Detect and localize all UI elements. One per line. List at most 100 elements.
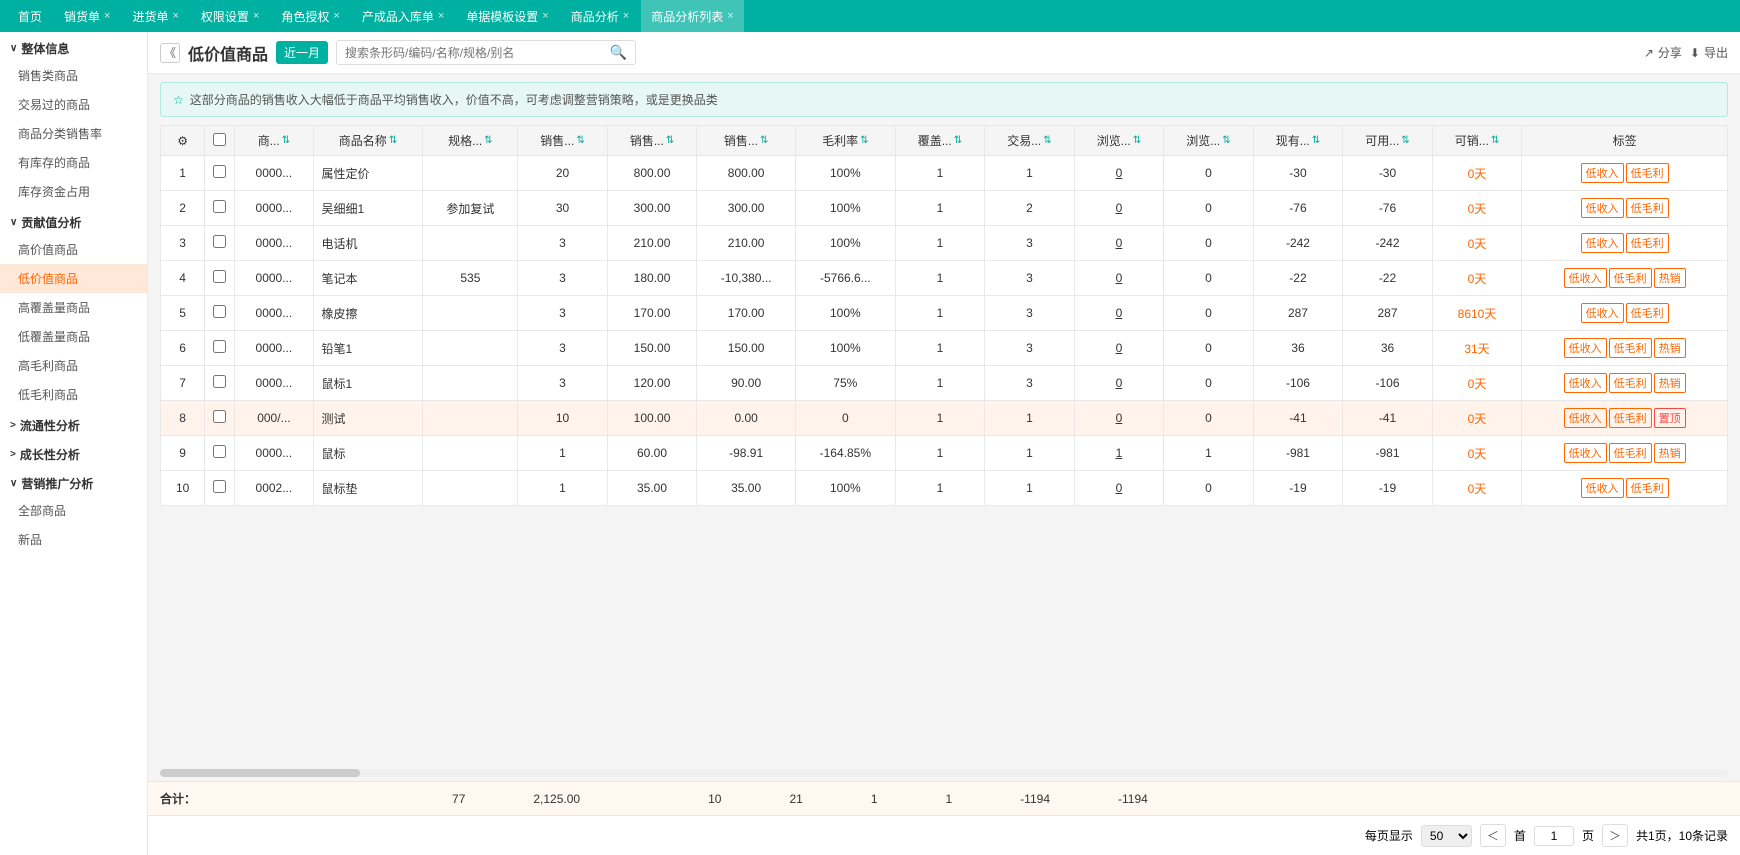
row-checkbox[interactable] xyxy=(213,410,226,423)
cell-browse1[interactable]: 0 xyxy=(1074,191,1164,226)
nav-analysis-list[interactable]: 商品分析列表 × xyxy=(641,0,743,32)
browse-link[interactable]: 0 xyxy=(1116,306,1123,320)
sidebar-item-high-coverage[interactable]: 高覆盖量商品 xyxy=(0,293,147,322)
row-checkbox[interactable] xyxy=(213,375,226,388)
sidebar-item-low-coverage[interactable]: 低覆盖量商品 xyxy=(0,322,147,351)
cell-browse1[interactable]: 0 xyxy=(1074,226,1164,261)
settings-icon[interactable]: ⚙ xyxy=(177,134,188,148)
search-input[interactable] xyxy=(345,46,610,60)
browse-link[interactable]: 1 xyxy=(1116,446,1123,460)
sidebar-group-overview[interactable]: ∨ 整体信息 xyxy=(0,32,147,61)
nav-close-role[interactable]: × xyxy=(333,10,339,22)
sidebar-item-capital-occupation[interactable]: 库存资金占用 xyxy=(0,177,147,206)
cell-checkbox[interactable] xyxy=(205,296,235,331)
share-button[interactable]: ↗ 分享 xyxy=(1644,44,1682,61)
nav-sales[interactable]: 销货单 × xyxy=(54,0,120,32)
cell-browse1[interactable]: 0 xyxy=(1074,366,1164,401)
cell-checkbox[interactable] xyxy=(205,436,235,471)
nav-close-analysis-list[interactable]: × xyxy=(727,10,733,22)
nav-template[interactable]: 单据模板设置 × xyxy=(456,0,558,32)
cell-checkbox[interactable] xyxy=(205,471,235,506)
sort-icon-sale3[interactable]: ⇅ xyxy=(760,135,768,146)
sort-icon-sale1[interactable]: ⇅ xyxy=(576,135,584,146)
row-checkbox[interactable] xyxy=(213,445,226,458)
row-checkbox[interactable] xyxy=(213,305,226,318)
filter-button[interactable]: 近一月 xyxy=(276,41,328,64)
cell-checkbox[interactable] xyxy=(205,261,235,296)
sort-icon-code[interactable]: ⇅ xyxy=(282,135,290,146)
sidebar-group-growth[interactable]: > 成长性分析 xyxy=(0,438,147,467)
cell-browse1[interactable]: 0 xyxy=(1074,471,1164,506)
nav-inbound[interactable]: 产成品入库单 × xyxy=(352,0,454,32)
sidebar-item-stocked-products[interactable]: 有库存的商品 xyxy=(0,148,147,177)
next-page-button[interactable]: ＞ xyxy=(1602,824,1628,847)
sidebar-item-traded-products[interactable]: 交易过的商品 xyxy=(0,90,147,119)
row-checkbox[interactable] xyxy=(213,270,226,283)
cell-checkbox[interactable] xyxy=(205,226,235,261)
browse-link[interactable]: 0 xyxy=(1116,166,1123,180)
cell-browse1[interactable]: 0 xyxy=(1074,401,1164,436)
page-number-input[interactable] xyxy=(1534,826,1574,846)
nav-product-analysis[interactable]: 商品分析 × xyxy=(561,0,639,32)
nav-close-permission[interactable]: × xyxy=(253,10,259,22)
row-checkbox[interactable] xyxy=(213,200,226,213)
search-icon[interactable]: 🔍 xyxy=(610,44,627,61)
row-checkbox[interactable] xyxy=(213,165,226,178)
sidebar-group-marketing[interactable]: ∨ 营销推广分析 xyxy=(0,467,147,496)
horizontal-scrollbar[interactable] xyxy=(160,769,1728,777)
nav-close-purchase[interactable]: × xyxy=(172,10,178,22)
sidebar-item-new-products[interactable]: 新品 xyxy=(0,525,147,554)
sidebar-item-low-margin[interactable]: 低毛利商品 xyxy=(0,380,147,409)
sort-icon-usable[interactable]: ⇅ xyxy=(1401,135,1409,146)
nav-purchase[interactable]: 进货单 × xyxy=(122,0,188,32)
sidebar-item-category-sales[interactable]: 商品分类销售率 xyxy=(0,119,147,148)
row-checkbox[interactable] xyxy=(213,480,226,493)
sidebar-item-low-value[interactable]: 低价值商品 xyxy=(0,264,147,293)
sort-icon-cover[interactable]: ⇅ xyxy=(954,135,962,146)
browse-link[interactable]: 0 xyxy=(1116,201,1123,215)
browse-link[interactable]: 0 xyxy=(1116,341,1123,355)
sort-icon-gross[interactable]: ⇅ xyxy=(860,135,868,146)
nav-home[interactable]: 首页 xyxy=(8,0,52,32)
first-page-button[interactable]: ＜ xyxy=(1480,824,1506,847)
nav-role[interactable]: 角色授权 × xyxy=(271,0,349,32)
sort-icon-name[interactable]: ⇅ xyxy=(389,135,397,146)
cell-browse1[interactable]: 1 xyxy=(1074,436,1164,471)
cell-browse1[interactable]: 0 xyxy=(1074,331,1164,366)
cell-checkbox[interactable] xyxy=(205,331,235,366)
col-settings[interactable]: ⚙ xyxy=(161,126,205,156)
nav-close-sales[interactable]: × xyxy=(104,10,110,22)
sort-icon-spec[interactable]: ⇅ xyxy=(484,135,492,146)
nav-close-product-analysis[interactable]: × xyxy=(623,10,629,22)
cell-browse1[interactable]: 0 xyxy=(1074,296,1164,331)
nav-close-inbound[interactable]: × xyxy=(438,10,444,22)
sidebar-group-contribution[interactable]: ∨ 贡献值分析 xyxy=(0,206,147,235)
sidebar-group-circulation[interactable]: > 流通性分析 xyxy=(0,409,147,438)
row-checkbox[interactable] xyxy=(213,235,226,248)
sort-icon-saleable[interactable]: ⇅ xyxy=(1491,135,1499,146)
cell-browse1[interactable]: 0 xyxy=(1074,156,1164,191)
row-checkbox[interactable] xyxy=(213,340,226,353)
browse-link[interactable]: 0 xyxy=(1116,376,1123,390)
nav-close-template[interactable]: × xyxy=(542,10,548,22)
cell-checkbox[interactable] xyxy=(205,191,235,226)
browse-link[interactable]: 0 xyxy=(1116,411,1123,425)
table-wrapper[interactable]: ⚙ 商...⇅ 商品名称⇅ 规格...⇅ 销售...⇅ 销售...⇅ 销售...… xyxy=(148,125,1740,769)
cell-checkbox[interactable] xyxy=(205,156,235,191)
scrollbar-thumb[interactable] xyxy=(160,769,360,777)
browse-link[interactable]: 0 xyxy=(1116,271,1123,285)
sort-icon-browse1[interactable]: ⇅ xyxy=(1133,135,1141,146)
collapse-sidebar-button[interactable]: 《 xyxy=(160,43,180,63)
export-button[interactable]: ⬇ 导出 xyxy=(1690,44,1728,61)
sort-icon-current[interactable]: ⇅ xyxy=(1312,135,1320,146)
sidebar-item-sales-products[interactable]: 销售类商品 xyxy=(0,61,147,90)
cell-checkbox[interactable] xyxy=(205,366,235,401)
cell-checkbox[interactable] xyxy=(205,401,235,436)
cell-browse1[interactable]: 0 xyxy=(1074,261,1164,296)
sort-icon-trade[interactable]: ⇅ xyxy=(1043,135,1051,146)
sidebar-item-high-value[interactable]: 高价值商品 xyxy=(0,235,147,264)
sort-icon-sale2[interactable]: ⇅ xyxy=(666,135,674,146)
select-all-checkbox[interactable] xyxy=(213,133,226,146)
sidebar-item-high-margin[interactable]: 高毛利商品 xyxy=(0,351,147,380)
nav-permission[interactable]: 权限设置 × xyxy=(191,0,269,32)
